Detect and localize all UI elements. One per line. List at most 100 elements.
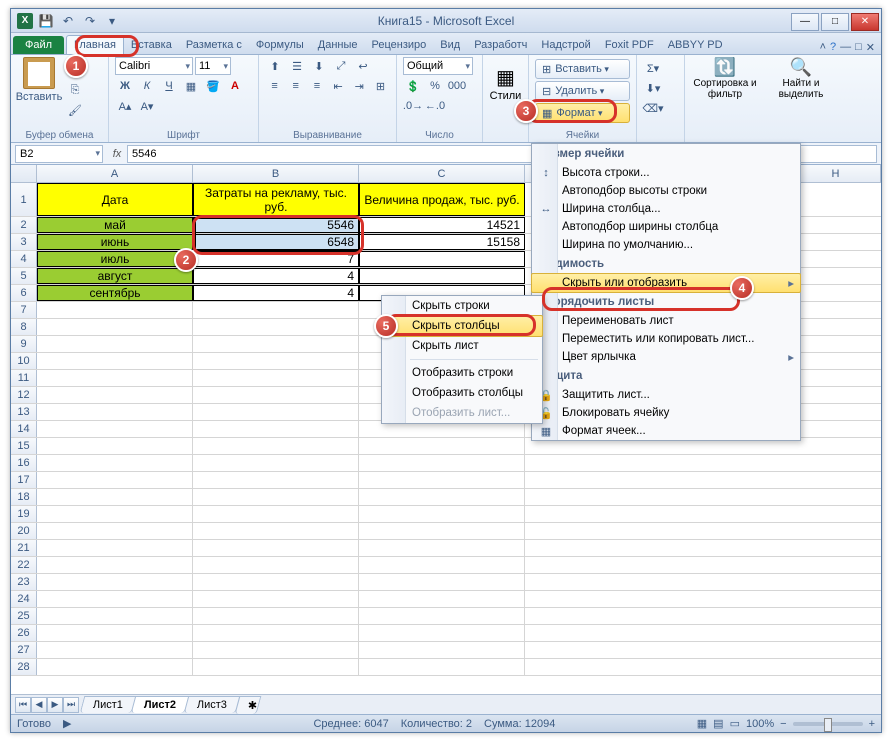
- data-cell[interactable]: август: [37, 268, 193, 284]
- new-sheet-button[interactable]: ✱: [235, 696, 262, 714]
- empty-cell[interactable]: [37, 591, 193, 607]
- empty-cell[interactable]: [193, 659, 359, 675]
- empty-cell[interactable]: [359, 557, 525, 573]
- empty-cell[interactable]: [359, 438, 525, 454]
- tab-foxit[interactable]: Foxit PDF: [598, 36, 661, 54]
- row-header[interactable]: 28: [11, 659, 37, 675]
- font-size-combo[interactable]: 11: [195, 57, 231, 75]
- row-header[interactable]: 1: [11, 183, 37, 216]
- empty-cell[interactable]: [37, 387, 193, 403]
- sheet-tab[interactable]: Лист1: [80, 696, 137, 713]
- sheet-nav-next-icon[interactable]: ▶: [47, 697, 63, 713]
- fill-color-icon[interactable]: 🪣: [203, 77, 223, 95]
- tab-data[interactable]: Данные: [311, 36, 365, 54]
- empty-cell[interactable]: [193, 404, 359, 420]
- styles-button[interactable]: ▦ Стили: [489, 57, 522, 102]
- doc-close-icon[interactable]: ✕: [866, 41, 875, 54]
- tab-formulas[interactable]: Формулы: [249, 36, 311, 54]
- row-header[interactable]: 26: [11, 625, 37, 641]
- empty-cell[interactable]: [193, 642, 359, 658]
- empty-cell[interactable]: [359, 506, 525, 522]
- fill-icon[interactable]: ⬇▾: [643, 79, 663, 97]
- empty-cell[interactable]: [37, 523, 193, 539]
- empty-cell[interactable]: [37, 574, 193, 590]
- show-rows-item[interactable]: Отобразить строки: [382, 363, 542, 383]
- number-format-combo[interactable]: Общий: [403, 57, 473, 75]
- header-cell[interactable]: Затраты на рекламу, тыс. руб.: [193, 183, 359, 216]
- zoom-value[interactable]: 100%: [746, 718, 774, 730]
- col-header-h[interactable]: H: [791, 165, 881, 182]
- view-break-icon[interactable]: ▭: [730, 717, 740, 730]
- file-tab[interactable]: Файл: [13, 36, 64, 54]
- row-header[interactable]: 5: [11, 268, 37, 284]
- empty-cell[interactable]: [193, 319, 359, 335]
- row-header[interactable]: 4: [11, 251, 37, 267]
- row-header[interactable]: 17: [11, 472, 37, 488]
- select-all-button[interactable]: [11, 165, 37, 182]
- empty-cell[interactable]: [193, 370, 359, 386]
- show-sheet-item[interactable]: Отобразить лист...: [382, 403, 542, 423]
- sheet-nav-first-icon[interactable]: ⏮: [15, 697, 31, 713]
- row-header[interactable]: 11: [11, 370, 37, 386]
- find-select-button[interactable]: 🔍 Найти и выделить: [771, 57, 831, 100]
- tab-pagelayout[interactable]: Разметка с: [179, 36, 249, 54]
- empty-cell[interactable]: [37, 421, 193, 437]
- format-cells-item[interactable]: ▦Формат ячеек...: [532, 422, 800, 440]
- align-center-icon[interactable]: ≡: [286, 77, 305, 95]
- row-header[interactable]: 25: [11, 608, 37, 624]
- protect-sheet-item[interactable]: 🔒Защитить лист...: [532, 386, 800, 404]
- row-header[interactable]: 10: [11, 353, 37, 369]
- zoom-out-button[interactable]: −: [780, 718, 786, 730]
- tab-color-item[interactable]: Цвет ярлычка: [532, 348, 800, 366]
- format-painter-icon[interactable]: 🖌: [65, 101, 85, 119]
- qat-undo-icon[interactable]: ↶: [59, 12, 77, 30]
- sheet-tab[interactable]: Лист3: [184, 696, 241, 713]
- empty-cell[interactable]: [193, 302, 359, 318]
- tab-abbyy[interactable]: ABBYY PD: [661, 36, 730, 54]
- tab-view[interactable]: Вид: [433, 36, 467, 54]
- empty-cell[interactable]: [37, 319, 193, 335]
- row-header[interactable]: 14: [11, 421, 37, 437]
- empty-cell[interactable]: [193, 608, 359, 624]
- sheet-tab[interactable]: Лист2: [131, 696, 190, 713]
- row-header[interactable]: 21: [11, 540, 37, 556]
- qat-custom-icon[interactable]: ▾: [103, 12, 121, 30]
- empty-cell[interactable]: [193, 557, 359, 573]
- help-icon[interactable]: ?: [830, 41, 836, 54]
- zoom-in-button[interactable]: +: [869, 718, 875, 730]
- data-cell[interactable]: 14521: [359, 217, 525, 233]
- empty-cell[interactable]: [193, 625, 359, 641]
- row-height-item[interactable]: ↕Высота строки...: [532, 164, 800, 182]
- underline-icon[interactable]: Ч: [159, 77, 179, 95]
- empty-cell[interactable]: [359, 574, 525, 590]
- ribbon-minimize-icon[interactable]: ˄: [820, 41, 826, 54]
- insert-cells-button[interactable]: ⊞Вставить: [535, 59, 630, 79]
- window-minimize-button[interactable]: —: [791, 13, 819, 31]
- empty-cell[interactable]: [193, 489, 359, 505]
- merge-icon[interactable]: ⊞: [371, 77, 390, 95]
- empty-cell[interactable]: [37, 557, 193, 573]
- tab-addins[interactable]: Надстрой: [534, 36, 597, 54]
- move-copy-sheet-item[interactable]: Переместить или копировать лист...: [532, 330, 800, 348]
- empty-cell[interactable]: [359, 591, 525, 607]
- empty-cell[interactable]: [193, 353, 359, 369]
- row-header[interactable]: 2: [11, 217, 37, 233]
- data-cell[interactable]: [359, 251, 525, 267]
- autofit-col-item[interactable]: Автоподбор ширины столбца: [532, 218, 800, 236]
- zoom-slider[interactable]: [793, 722, 863, 726]
- empty-cell[interactable]: [37, 659, 193, 675]
- row-header[interactable]: 12: [11, 387, 37, 403]
- font-name-combo[interactable]: Calibri: [115, 57, 193, 75]
- data-cell[interactable]: июнь: [37, 234, 193, 250]
- empty-cell[interactable]: [37, 489, 193, 505]
- name-box[interactable]: B2: [15, 145, 103, 163]
- data-cell[interactable]: 6548: [193, 234, 359, 250]
- align-bot-icon[interactable]: ⬇: [309, 57, 329, 75]
- empty-cell[interactable]: [37, 506, 193, 522]
- doc-min-icon[interactable]: —: [840, 41, 851, 54]
- empty-cell[interactable]: [193, 523, 359, 539]
- empty-cell[interactable]: [37, 370, 193, 386]
- indent-dec-icon[interactable]: ⇤: [329, 77, 348, 95]
- align-right-icon[interactable]: ≡: [307, 77, 326, 95]
- empty-cell[interactable]: [193, 574, 359, 590]
